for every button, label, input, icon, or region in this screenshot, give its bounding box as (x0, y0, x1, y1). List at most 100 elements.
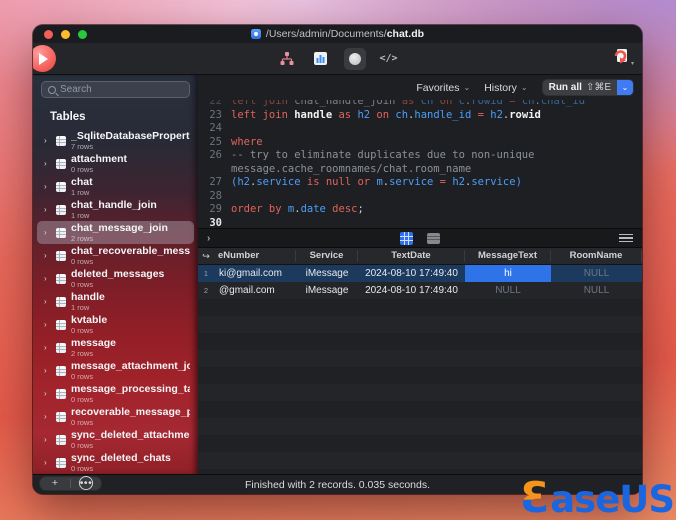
document-icon (251, 29, 261, 39)
code-token: desc (332, 203, 357, 215)
app-window: /Users/admin/Documents/chat.db (33, 25, 642, 494)
column-header[interactable]: Service (296, 250, 358, 262)
code-token: where (231, 136, 263, 148)
table-cell[interactable]: NULL (465, 282, 551, 299)
table-meta: kvtable0 rows (71, 315, 107, 334)
sidebar-table-item[interactable]: ›sync_deleted_chats0 rows (37, 451, 194, 474)
zoom-button[interactable] (78, 30, 87, 39)
sidebar-table-item[interactable]: ›chat_handle_join1 row (37, 198, 194, 221)
chevron-right-icon[interactable]: › (44, 298, 51, 306)
schema-button[interactable] (276, 48, 298, 70)
sidebar-table-item[interactable]: › chat1 row (37, 175, 194, 198)
more-options-button[interactable]: ••• (71, 477, 101, 490)
table-cell[interactable]: 2024-08-10 17:49:40 (358, 265, 465, 282)
insert-row-icon[interactable]: ↪ (198, 251, 214, 262)
chevron-right-icon[interactable]: › (44, 183, 51, 191)
table-meta: recoverable_message_pa0 rows (71, 407, 190, 426)
history-menu[interactable]: History⌄ (484, 82, 527, 94)
chevron-right-icon[interactable]: › (44, 321, 51, 329)
line-content: order by m.date desc; (231, 203, 364, 217)
table-cell[interactable]: @gmail.com (214, 282, 296, 299)
sidebar-table-item[interactable]: ›deleted_messages0 rows (37, 267, 194, 290)
sidebar-table-item[interactable]: ›attachment0 rows (37, 152, 194, 175)
search-input[interactable] (60, 84, 183, 95)
sidebar-table-item[interactable]: ›sync_deleted_attachmen0 rows (37, 428, 194, 451)
table-cell[interactable]: hi (465, 265, 551, 282)
chevron-right-icon[interactable]: › (44, 206, 51, 214)
sidebar-table-item[interactable]: ›chat_message_join2 rows (37, 221, 194, 244)
empty-row (198, 299, 642, 316)
column-header[interactable]: MessageText (465, 250, 551, 262)
chevron-right-icon[interactable]: › (44, 436, 51, 444)
favorites-menu[interactable]: Favorites⌄ (416, 82, 470, 94)
table-cell[interactable]: NULL (551, 282, 642, 299)
sidebar-table-item[interactable]: › chat_recoverable_messa0 rows (37, 244, 194, 267)
minimize-button[interactable] (61, 30, 70, 39)
sql-view-button[interactable]: </> (378, 48, 400, 70)
column-header[interactable]: TextDate (358, 250, 465, 262)
schema-icon (279, 51, 295, 66)
sidebar-table-item[interactable]: ›message_attachment_joi0 rows (37, 359, 194, 382)
line-content: message.cache_roomnames/chat.room_name (231, 163, 471, 177)
chevron-right-icon[interactable]: › (44, 344, 51, 352)
search-field[interactable] (41, 81, 190, 98)
table-name: chat_handle_join (71, 200, 157, 211)
chevron-right-icon[interactable]: › (44, 390, 51, 398)
chevron-right-icon[interactable]: › (44, 413, 51, 421)
code-line: 26-- try to eliminate duplicates due to … (204, 149, 642, 163)
sidebar-table-item[interactable]: ›_SqliteDatabaseProperties7 rows (37, 129, 194, 152)
chevron-right-icon[interactable]: › (44, 459, 51, 467)
table-row[interactable]: 1ki@gmail.comiMessage2024-08-10 17:49:40… (198, 265, 642, 282)
grid-view-icon[interactable] (400, 232, 413, 245)
table-meta: chat_recoverable_messa0 rows (71, 246, 190, 265)
sidebar-table-item[interactable]: ›message2 rows (37, 336, 194, 359)
chevron-right-icon[interactable]: › (44, 229, 51, 237)
console-view-icon[interactable] (427, 233, 440, 244)
code-token: ) (516, 176, 522, 188)
chevron-right-icon[interactable]: › (44, 252, 51, 260)
empty-row (198, 418, 642, 435)
column-header[interactable]: eNumber (214, 250, 296, 262)
run-all-button[interactable]: Run all⇧⌘E ⌄ (542, 79, 634, 96)
close-button[interactable] (44, 30, 53, 39)
sidebar-table-item[interactable]: › kvtable0 rows (37, 313, 194, 336)
chevron-right-icon[interactable]: › (44, 367, 51, 375)
play-button[interactable] (33, 45, 56, 72)
table-icon (56, 297, 66, 307)
sidebar-table-item[interactable]: › handle1 row (37, 290, 194, 313)
chevron-right-icon[interactable]: › (44, 275, 51, 283)
easeus-logo-e: Ɛ Ɛ (520, 476, 550, 520)
code-line: message.cache_roomnames/chat.room_name (204, 163, 642, 177)
table-icon (56, 320, 66, 330)
menu-icon[interactable] (619, 234, 633, 243)
export-button[interactable]: ▾ (608, 47, 634, 67)
sidebar-table-item[interactable]: ›message_processing_tas0 rows (37, 382, 194, 405)
chevron-right-icon[interactable]: › (207, 233, 210, 244)
code-icon: </> (379, 53, 397, 64)
code-token: h2 (452, 176, 465, 188)
table-meta: handle1 row (71, 292, 105, 311)
run-options-dropdown[interactable]: ⌄ (617, 80, 633, 95)
chart-button[interactable] (310, 48, 332, 70)
table-cell[interactable]: iMessage (296, 265, 358, 282)
main-toolbar: </> ▾ (33, 43, 642, 75)
add-table-button[interactable]: + (40, 477, 70, 490)
line-content: left join handle as h2 on ch.handle_id =… (231, 109, 541, 123)
code-token: as (402, 100, 421, 107)
sidebar-table-item[interactable]: › recoverable_message_pa0 rows (37, 405, 194, 428)
sql-editor[interactable]: 22left join chat_handle_join as ch on c.… (198, 100, 642, 228)
table-meta: chat1 row (71, 177, 93, 196)
chevron-right-icon[interactable]: › (44, 160, 51, 168)
table-cell[interactable]: iMessage (296, 282, 358, 299)
window-titlebar[interactable]: /Users/admin/Documents/chat.db (33, 25, 642, 43)
code-token: left join (231, 109, 294, 121)
table-cell[interactable]: 2024-08-10 17:49:40 (358, 282, 465, 299)
table-cell[interactable]: ki@gmail.com (214, 265, 296, 282)
code-token: chat_handle_join (294, 100, 401, 107)
record-view-button[interactable] (344, 48, 366, 70)
table-row[interactable]: 2@gmail.comiMessage2024-08-10 17:49:40NU… (198, 282, 642, 299)
column-header[interactable]: RoomName (551, 250, 642, 262)
code-line: 29order by m.date desc; (204, 203, 642, 217)
table-cell[interactable]: NULL (551, 265, 642, 282)
chevron-right-icon[interactable]: › (44, 137, 51, 145)
